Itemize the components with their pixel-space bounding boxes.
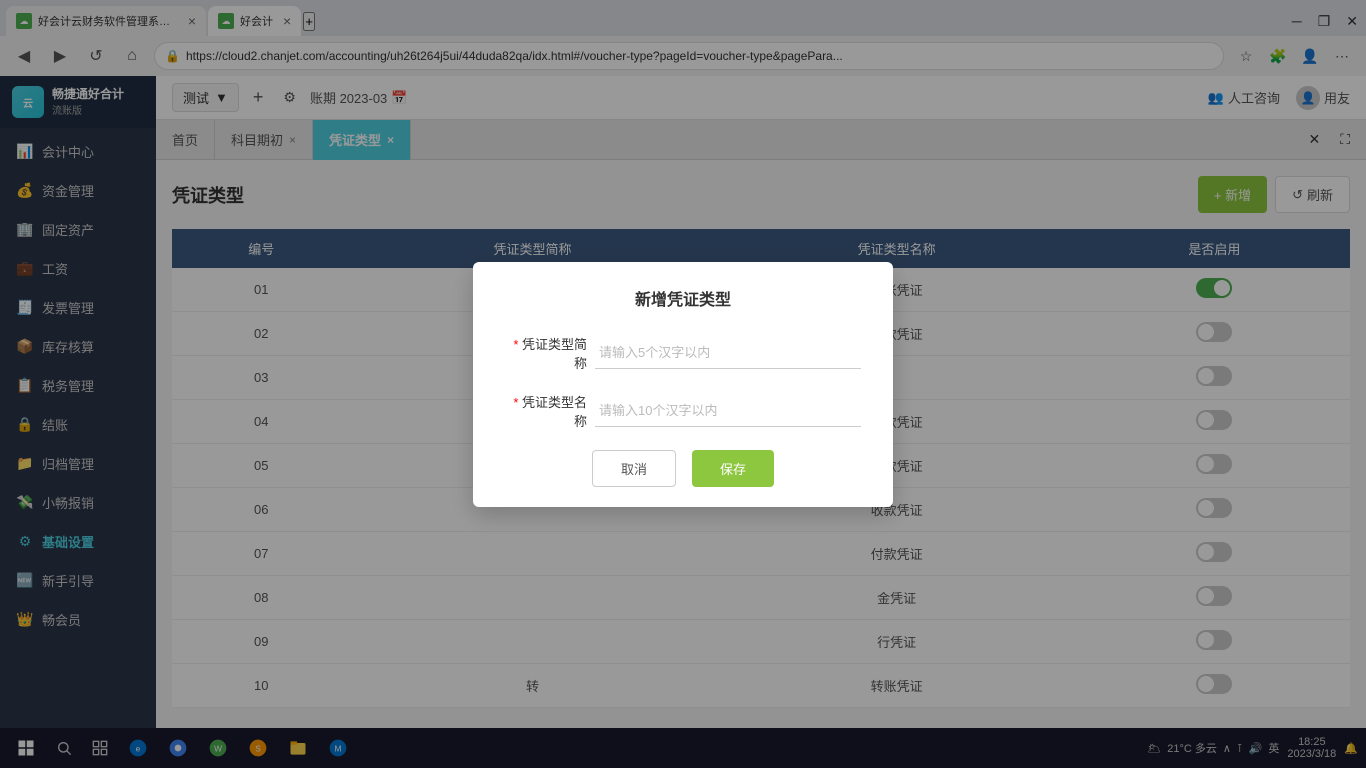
field-name-input[interactable] <box>595 395 861 427</box>
modal-title: 新增凭证类型 <box>505 286 861 310</box>
field-abbr-label: 凭证类型简称 <box>505 334 595 372</box>
cancel-button[interactable]: 取消 <box>592 450 676 487</box>
add-voucher-modal: 新增凭证类型 凭证类型简称 凭证类型名称 取消 保存 <box>473 262 893 507</box>
form-group-abbr: 凭证类型简称 <box>505 334 861 372</box>
modal-overlay: 新增凭证类型 凭证类型简称 凭证类型名称 取消 保存 <box>0 0 1366 768</box>
save-button[interactable]: 保存 <box>692 450 774 487</box>
form-group-name: 凭证类型名称 <box>505 392 861 430</box>
modal-actions: 取消 保存 <box>505 450 861 487</box>
field-abbr-input[interactable] <box>595 337 861 369</box>
field-name-label: 凭证类型名称 <box>505 392 595 430</box>
